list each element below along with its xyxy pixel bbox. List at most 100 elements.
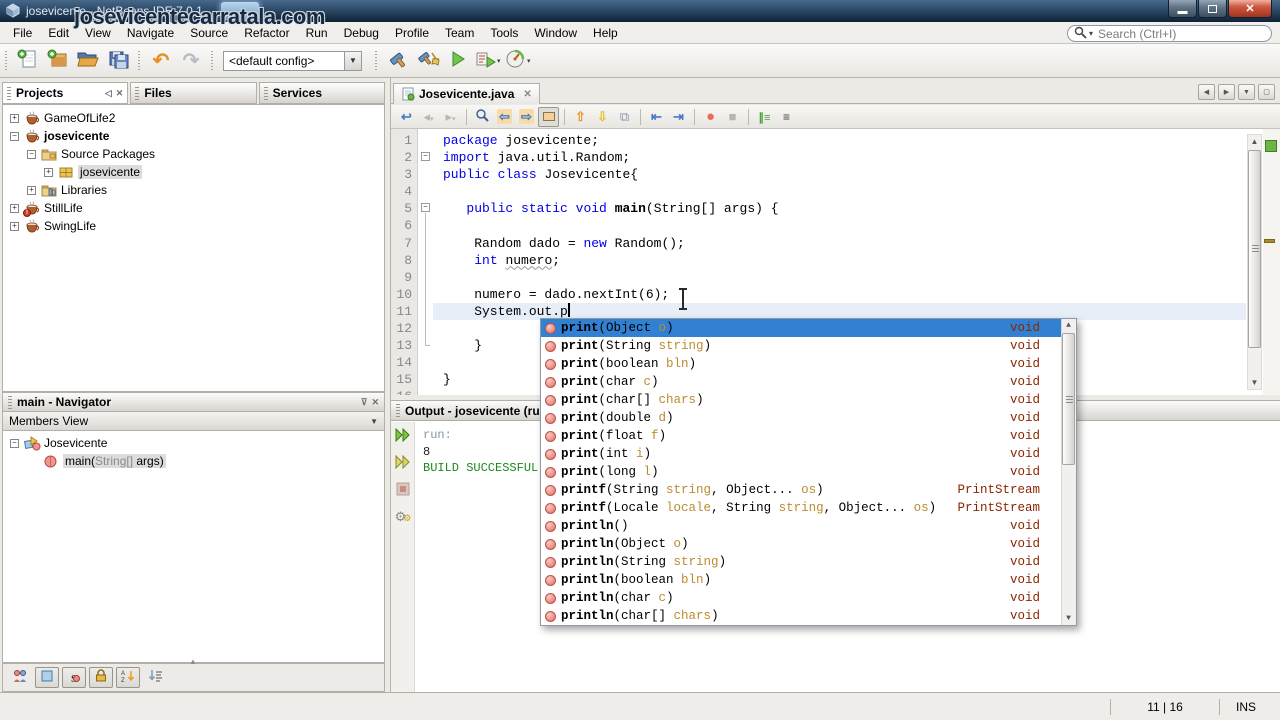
completion-item[interactable]: println (boolean bln) void — [541, 571, 1061, 589]
build-button[interactable] — [383, 47, 413, 75]
panel-grip[interactable] — [8, 395, 12, 409]
sort-by-source-button[interactable] — [143, 667, 167, 688]
menu-window[interactable]: Window — [526, 23, 585, 43]
close-button[interactable]: ✕ — [1228, 0, 1272, 18]
code-line[interactable] — [443, 183, 1245, 200]
stop-macro-button[interactable]: ■ — [722, 107, 743, 127]
completion-item[interactable]: print (char c) void — [541, 373, 1061, 391]
collapse-icon[interactable]: − — [27, 149, 36, 159]
undo-button[interactable]: ↶ — [146, 47, 176, 75]
new-file-button[interactable] — [13, 47, 43, 75]
fold-collapse-icon[interactable]: − — [421, 203, 430, 213]
completion-item[interactable]: println (String string) void — [541, 553, 1061, 571]
completion-item[interactable]: print (boolean bln) void — [541, 355, 1061, 373]
menu-debug[interactable]: Debug — [336, 23, 387, 43]
minimize-button[interactable]: ▬ — [1168, 0, 1197, 18]
record-macro-button[interactable]: ● — [700, 107, 721, 127]
show-non-public-button[interactable] — [89, 667, 113, 688]
forward-button[interactable]: ▸▾ — [440, 107, 461, 127]
comment-button[interactable]: ∥≡ — [754, 107, 775, 127]
find-selection-button[interactable] — [472, 107, 493, 127]
collapse-icon[interactable]: − — [10, 438, 19, 448]
menu-profile[interactable]: Profile — [387, 23, 437, 43]
expand-icon[interactable]: + — [10, 203, 19, 213]
code-line[interactable]: package josevicente; — [443, 132, 1245, 149]
config-dropdown-icon[interactable]: ▼ — [345, 50, 362, 71]
rerun-button[interactable] — [394, 427, 412, 445]
scroll-up-icon[interactable]: ▲ — [1062, 319, 1075, 332]
completion-item[interactable]: print (float f) void — [541, 427, 1061, 445]
inherited-members-button[interactable] — [8, 667, 32, 688]
code-line[interactable]: public class Josevicente{ — [443, 166, 1245, 183]
highlight-toggle-button[interactable] — [538, 106, 559, 127]
expand-icon[interactable]: + — [44, 167, 53, 177]
completion-item[interactable]: print (char[] chars) void — [541, 391, 1061, 409]
code-line[interactable]: numero = dado.nextInt(6); — [443, 286, 1245, 303]
expand-icon[interactable]: + — [10, 113, 19, 123]
open-project-button[interactable] — [73, 47, 103, 75]
prev-occurrence-button[interactable]: ⇦ — [494, 107, 515, 127]
run-button[interactable] — [443, 47, 473, 75]
error-stripe[interactable] — [1263, 129, 1280, 395]
duplicate-line-button[interactable]: ⧉ — [614, 107, 635, 127]
tree-item-josevicente[interactable]: + josevicente — [3, 163, 384, 181]
show-fields-button[interactable] — [35, 667, 59, 688]
tree-item-josevicente[interactable]: − josevicente — [3, 127, 384, 145]
maximize-button[interactable] — [1198, 0, 1227, 18]
search-dropdown-icon[interactable]: ▾ — [1089, 29, 1093, 38]
completion-item[interactable]: println (char c) void — [541, 589, 1061, 607]
menu-help[interactable]: Help — [585, 23, 626, 43]
scroll-down-icon[interactable]: ▼ — [1248, 376, 1261, 389]
expand-icon[interactable]: + — [27, 185, 36, 195]
scrollbar-thumb[interactable] — [1248, 150, 1261, 348]
completion-item[interactable]: print (String string) void — [541, 337, 1061, 355]
minimize-panel-icon[interactable]: ⊽ — [361, 397, 368, 408]
stop-button[interactable] — [394, 481, 412, 499]
completion-item[interactable]: print (long l) void — [541, 463, 1061, 481]
code-line[interactable]: Random dado = new Random(); — [443, 235, 1245, 252]
tab-files[interactable]: Files — [130, 82, 257, 104]
splitter-collapse-icon[interactable]: ▲ — [189, 657, 197, 666]
completion-item[interactable]: printf (String string, Object... os) Print… — [541, 481, 1061, 499]
scroll-down-icon[interactable]: ▼ — [1062, 612, 1075, 625]
back-button[interactable]: ◂▾ — [418, 107, 439, 127]
last-edit-button[interactable]: ↩ — [396, 107, 417, 127]
tab-josevicente-java[interactable]: Josevicente.java ✕ — [393, 83, 540, 104]
tab-scroll-left-icon[interactable]: ◀ — [1198, 84, 1215, 100]
completion-item[interactable]: print (int i) void — [541, 445, 1061, 463]
debug-button[interactable]: ▾ — [473, 47, 503, 75]
code-line[interactable] — [443, 269, 1245, 286]
tab-services[interactable]: Services — [258, 82, 385, 104]
code-line[interactable]: public static void main(String[] args) { — [443, 200, 1245, 217]
close-panel-icon[interactable]: ✕ — [371, 397, 379, 408]
completion-item[interactable]: println (char[] chars) void — [541, 607, 1061, 625]
warning-mark[interactable] — [1264, 239, 1275, 243]
collapse-icon[interactable]: − — [10, 131, 19, 141]
scrollbar-thumb[interactable] — [1062, 333, 1075, 465]
menu-team[interactable]: Team — [437, 23, 482, 43]
code-line[interactable]: int numero; — [443, 252, 1245, 269]
close-tab-icon[interactable]: ✕ — [523, 89, 531, 100]
completion-item[interactable]: printf (Locale locale, String string, Obj… — [541, 499, 1061, 517]
maximize-editor-icon[interactable]: ▢ — [1258, 84, 1275, 100]
show-static-members-button[interactable]: S — [62, 667, 86, 688]
completion-item[interactable]: println() void — [541, 517, 1061, 535]
completion-item[interactable]: println (Object o) void — [541, 535, 1061, 553]
tab-list-icon[interactable]: ▼ — [1238, 84, 1255, 100]
navigator-item[interactable]: − Josevicente — [3, 434, 384, 452]
editor-scrollbar[interactable]: ▲ ▼ — [1247, 134, 1262, 390]
minimize-panel-icon[interactable]: ◁ — [105, 88, 112, 99]
tree-item-gameoflife2[interactable]: + GameOfLife2 — [3, 109, 384, 127]
rerun-alt-button[interactable] — [394, 454, 412, 472]
tree-item-swinglife[interactable]: + SwingLife — [3, 217, 384, 235]
navigator-item[interactable]: main(String[] args) — [3, 452, 384, 470]
panel-grip[interactable] — [396, 404, 400, 417]
scroll-up-icon[interactable]: ▲ — [1248, 135, 1261, 148]
completion-item[interactable]: print (double d) void — [541, 409, 1061, 427]
shift-right-button[interactable]: ⇥ — [668, 107, 689, 127]
clean-build-button[interactable] — [413, 47, 443, 75]
code-line[interactable]: import java.util.Random; — [443, 149, 1245, 166]
output-console[interactable]: run: 8 BUILD SUCCESSFUL ( — [423, 427, 553, 477]
menu-tools[interactable]: Tools — [482, 23, 526, 43]
uncomment-button[interactable]: ≡ — [776, 107, 797, 127]
